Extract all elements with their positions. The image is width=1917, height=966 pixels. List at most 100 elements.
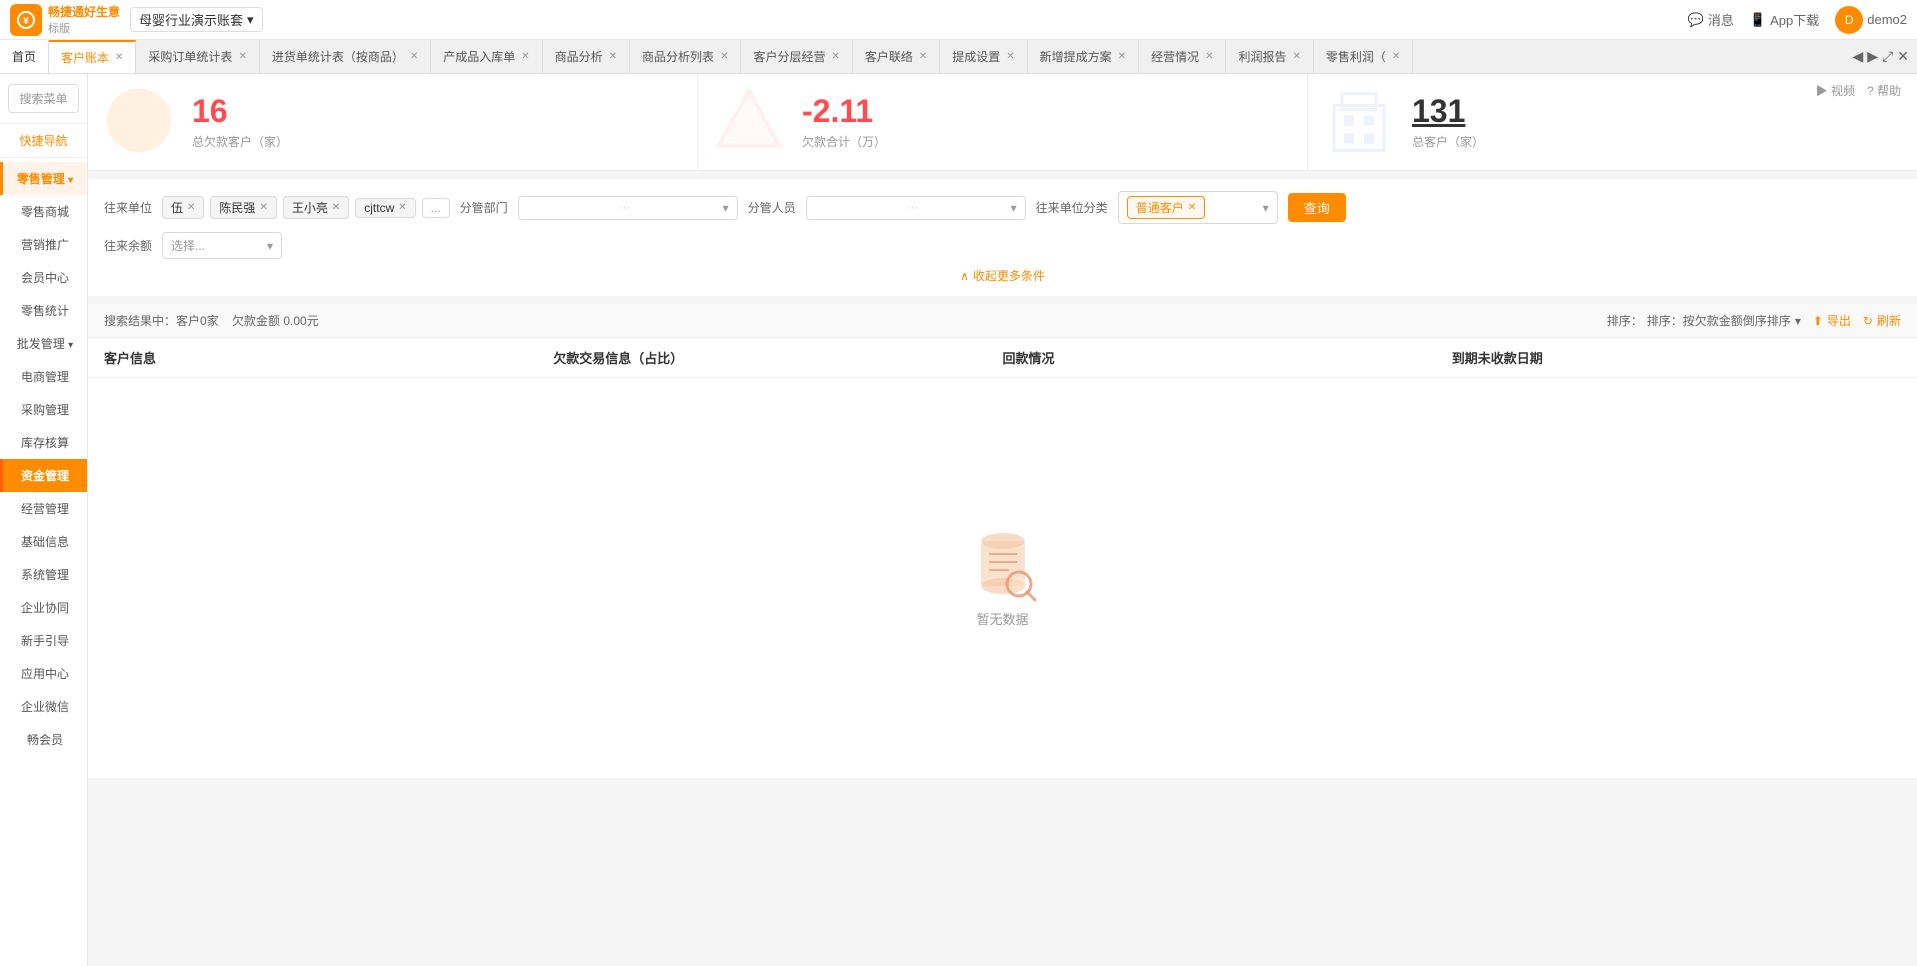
balance-filter-select[interactable]: 选择... ▾ (162, 232, 282, 259)
sidebar-item-operations[interactable]: 经营管理 (0, 492, 87, 525)
app-download-button[interactable]: 📱 App下载 (1750, 10, 1819, 29)
tab-customer-segmentation[interactable]: 客户分层经营 ✕ (741, 40, 852, 74)
quick-nav-button[interactable]: 快捷导航 (0, 124, 87, 158)
sidebar-item-membership[interactable]: 会员中心 (0, 261, 87, 294)
top-bar: ¥ 畅捷通好生意 标版 母婴行业演示账套 ▾ 💬 消息 📱 App下载 D de… (0, 0, 1917, 40)
main-layout: 搜索菜单 快捷导航 零售管理 ▾ 零售商城 营销推广 会员中心 零售统计 批发管… (0, 74, 1917, 966)
tab-operations[interactable]: 经营情况 ✕ (1139, 40, 1226, 74)
video-help-btn[interactable]: ▶ 视频 (1816, 82, 1855, 99)
tab-profit-report[interactable]: 利润报告 ✕ (1226, 40, 1313, 74)
empty-state: 暂无数据 (963, 469, 1043, 688)
avatar-icon: D (1835, 6, 1863, 34)
tab-purchase-order[interactable]: 采购订单统计表 ✕ (136, 40, 259, 74)
tab-purchase-stats[interactable]: 进货单统计表（按商品） ✕ (260, 40, 431, 74)
tab-close-icon[interactable]: ✕ (238, 51, 246, 62)
tab-product-analysis-list[interactable]: 商品分析列表 ✕ (630, 40, 741, 74)
tab-close-icon[interactable]: ✕ (1205, 51, 1213, 62)
sidebar-item-ecommerce[interactable]: 电商管理 (0, 360, 87, 393)
sidebar-item-new-guide[interactable]: 新手引导 (0, 624, 87, 657)
export-button[interactable]: ⬆ 导出 (1813, 312, 1851, 329)
stat-label-debt: 欠款合计（万） (802, 133, 886, 150)
tab-close-icon[interactable]: ✕ (720, 51, 728, 62)
tab-home[interactable]: 首页 (0, 40, 49, 74)
tab-customer-ledger[interactable]: 客户账本 ✕ (49, 40, 136, 74)
sidebar-item-basic-info[interactable]: 基础信息 (0, 525, 87, 558)
sidebar-item-retail-stats[interactable]: 零售统计 (0, 294, 87, 327)
sidebar-item-enterprise-collab[interactable]: 企业协同 (0, 591, 87, 624)
tab-commission-settings[interactable]: 提成设置 ✕ (940, 40, 1027, 74)
tab-home-label: 首页 (12, 48, 36, 65)
tab-close-icon[interactable]: ✕ (410, 51, 418, 62)
filter-tag-close-2[interactable]: ✕ (332, 202, 340, 213)
sidebar-item-system[interactable]: 系统管理 (0, 558, 87, 591)
top-bar-right: 💬 消息 📱 App下载 D demo2 (1688, 6, 1907, 34)
person-filter-select[interactable]: ··· ▾ (806, 196, 1026, 220)
unit-type-tag-close[interactable]: ✕ (1188, 202, 1196, 213)
tab-close-icon[interactable]: ✕ (831, 51, 839, 62)
tab-close-icon[interactable]: ✕ (919, 51, 927, 62)
sidebar-item-marketing[interactable]: 营销推广 (0, 228, 87, 261)
sort-label: 排序： (1607, 312, 1643, 329)
tab-close-icon[interactable]: ✕ (1392, 51, 1400, 62)
tab-close-icon[interactable]: ✕ (609, 51, 617, 62)
search-result-bar: 搜索结果中：客户0家 欠款金额 0.00元 排序： 排序：按欠款金额倒序排序 ▾… (88, 304, 1917, 338)
tab-production-inbound[interactable]: 产成品入库单 ✕ (431, 40, 542, 74)
sidebar-item-wholesale[interactable]: 批发管理 ▾ (0, 327, 87, 360)
sidebar-item-enterprise-wechat[interactable]: 企业微信 (0, 690, 87, 723)
tabs-prev-icon[interactable]: ◀ (1853, 48, 1864, 65)
tab-close-icon[interactable]: ✕ (1118, 51, 1126, 62)
export-icon: ⬆ (1813, 314, 1823, 328)
tab-customer-contact[interactable]: 客户联络 ✕ (853, 40, 940, 74)
help-btn[interactable]: ? 帮助 (1867, 82, 1901, 99)
tab-close-icon[interactable]: ✕ (521, 51, 529, 62)
tabs-next-icon[interactable]: ▶ (1867, 48, 1878, 65)
stats-header: ¥ 16 总欠款客户（家） -2.11 欠款合计（万） (88, 74, 1917, 171)
sidebar-item-finance[interactable]: 资金管理 (0, 459, 87, 492)
video-icon: ▶ (1816, 84, 1828, 98)
filter-tag-close-0[interactable]: ✕ (187, 202, 195, 213)
collapse-button[interactable]: ∧ 收起更多条件 (104, 267, 1901, 284)
unit-type-filter-select[interactable]: 普通客户 ✕ ▾ (1118, 191, 1278, 224)
message-icon: 💬 (1688, 12, 1704, 28)
sidebar-item-purchase[interactable]: 采购管理 (0, 393, 87, 426)
unit-type-filter-label: 往来单位分类 (1036, 199, 1108, 216)
filter-tag-close-3[interactable]: ✕ (398, 202, 406, 213)
sidebar-item-chang-member[interactable]: 畅会员 (0, 723, 87, 756)
dept-filter-label: 分管部门 (460, 199, 508, 216)
sidebar-item-app-center[interactable]: 应用中心 (0, 657, 87, 690)
tab-add-commission[interactable]: 新增提成方案 ✕ (1028, 40, 1139, 74)
tabs-bar: 首页 客户账本 ✕ 采购订单统计表 ✕ 进货单统计表（按商品） ✕ 产成品入库单… (0, 40, 1917, 74)
query-button[interactable]: 查询 (1288, 193, 1346, 222)
tab-product-analysis[interactable]: 商品分析 ✕ (543, 40, 630, 74)
sidebar-item-retail-mall[interactable]: 零售商城 (0, 195, 87, 228)
sidebar-nav: 零售管理 ▾ 零售商城 营销推广 会员中心 零售统计 批发管理 ▾ 电商管理 采… (0, 158, 87, 760)
user-avatar[interactable]: D demo2 (1835, 6, 1907, 34)
filter-tag-close-1[interactable]: ✕ (259, 202, 267, 213)
tab-close-icon[interactable]: ✕ (115, 52, 123, 63)
sidebar-search-area: 搜索菜单 (0, 74, 87, 124)
stat-value-debt: -2.11 (802, 94, 886, 129)
refresh-button[interactable]: ↻ 刷新 (1863, 312, 1901, 329)
search-summary: 搜索结果中：客户0家 欠款金额 0.00元 (104, 312, 319, 329)
sort-select[interactable]: 排序： 排序：按欠款金额倒序排序 ▾ (1607, 312, 1801, 329)
dept-filter-select[interactable]: ··· ▾ (518, 196, 738, 220)
stat-value-total: 131 (1412, 94, 1484, 129)
person-filter-label: 分管人员 (748, 199, 796, 216)
sidebar-item-inventory[interactable]: 库存核算 (0, 426, 87, 459)
sort-arrow-icon: ▾ (1795, 314, 1801, 328)
refresh-icon: ↻ (1863, 314, 1873, 328)
account-selector[interactable]: 母婴行业演示账套 ▾ (130, 7, 263, 32)
tabs-close-all-icon[interactable]: ✕ (1897, 48, 1909, 65)
chevron-down-icon: ▾ (247, 12, 254, 28)
search-menu-button[interactable]: 搜索菜单 (8, 84, 79, 113)
tab-close-icon[interactable]: ✕ (1293, 51, 1301, 62)
tab-retail-profit[interactable]: 零售利润（ ✕ (1314, 40, 1413, 74)
tab-close-icon[interactable]: ✕ (1006, 51, 1014, 62)
tab-customer-ledger-label: 客户账本 (61, 49, 109, 66)
stat-card-customers: ¥ 16 总欠款客户（家） (88, 74, 698, 170)
tabs-expand-icon[interactable]: ⤢ (1882, 48, 1893, 65)
sidebar-item-retail-management[interactable]: 零售管理 ▾ (0, 162, 87, 195)
dept-arrow-icon: ▾ (723, 201, 729, 215)
filter-more-button[interactable]: ... (422, 198, 450, 218)
message-button[interactable]: 💬 消息 (1688, 10, 1734, 29)
